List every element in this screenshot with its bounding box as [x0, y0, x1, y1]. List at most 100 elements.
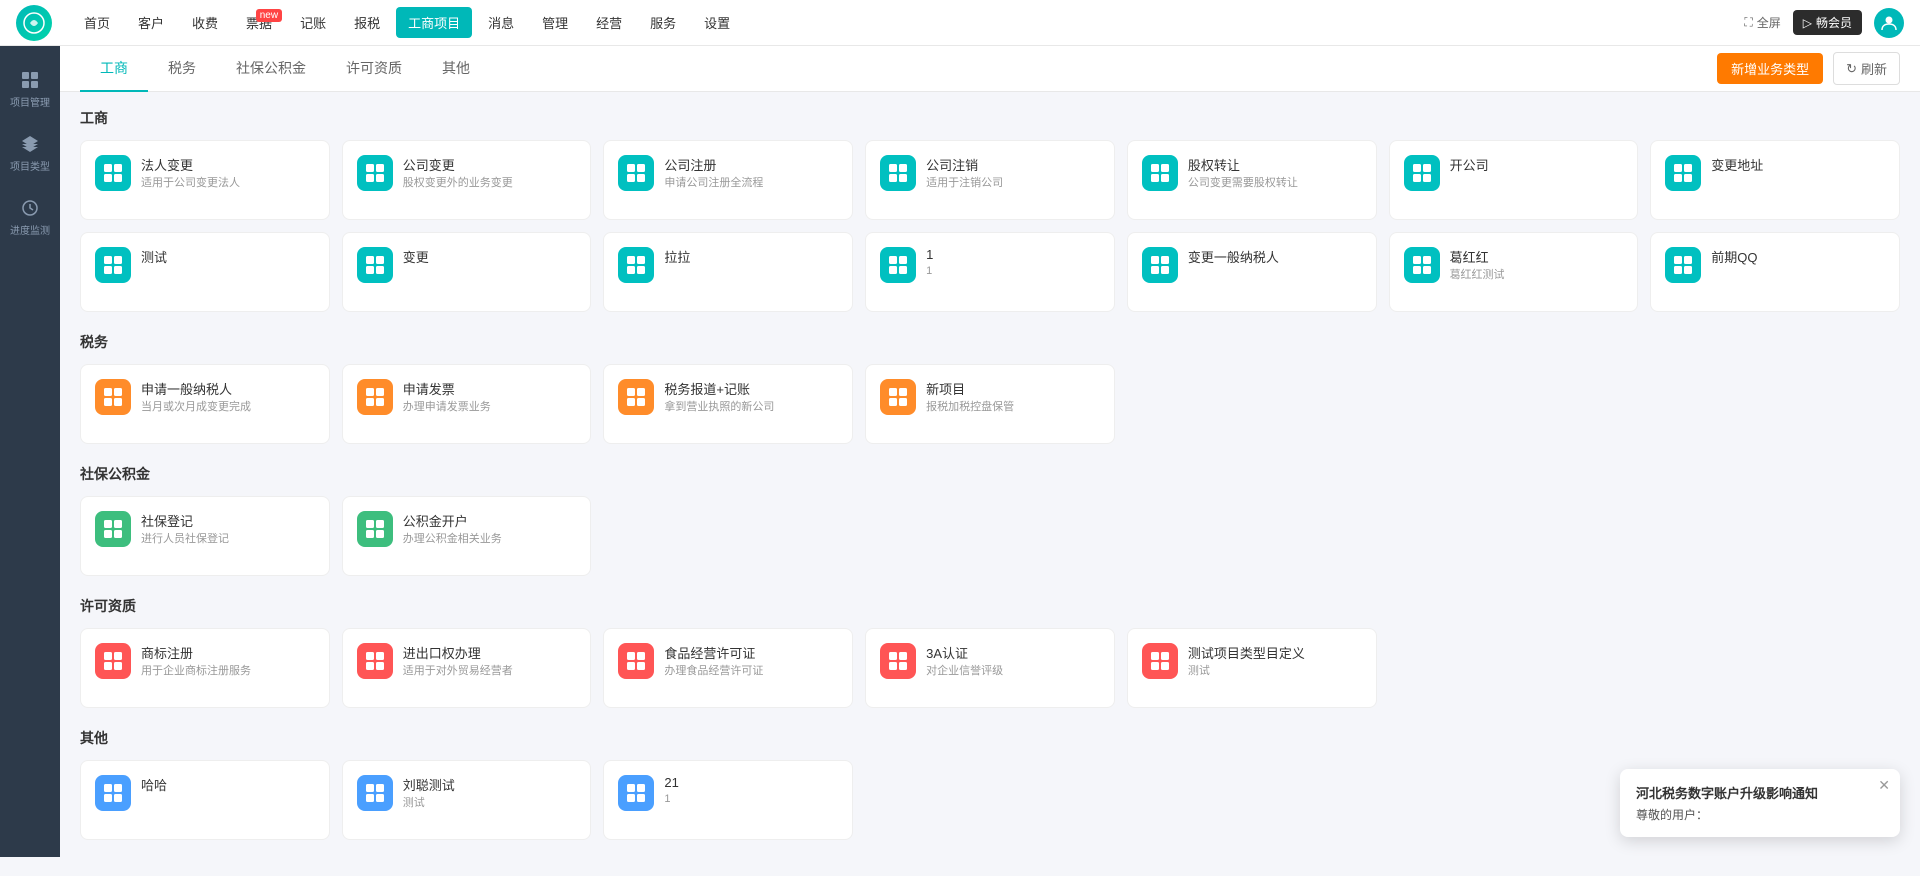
card-item[interactable]: 股权转让 公司变更需要股权转让 — [1127, 140, 1377, 220]
add-type-button[interactable]: 新增业务类型 — [1717, 53, 1823, 84]
card-inner: 股权转让 公司变更需要股权转让 — [1142, 155, 1362, 191]
content-area: 工商 法人变更 适用于公司变更法人 公司变更 股权变更外的业务变更 — [60, 92, 1920, 876]
card-title: 股权转让 — [1188, 155, 1362, 174]
card-item[interactable]: 公积金开户 办理公积金相关业务 — [342, 496, 592, 576]
card-icon — [880, 155, 916, 191]
card-info: 进出口权办理 适用于对外贸易经营者 — [403, 643, 577, 679]
card-item[interactable]: 公司变更 股权变更外的业务变更 — [342, 140, 592, 220]
card-title: 税务报道+记账 — [664, 379, 838, 398]
card-item[interactable]: 变更地址 — [1650, 140, 1900, 220]
nav-item-报税[interactable]: 报税 — [342, 7, 392, 38]
vip-button[interactable]: ▷ 畅会员 — [1793, 10, 1862, 35]
card-info: 食品经营许可证 办理食品经营许可证 — [664, 643, 838, 679]
card-desc: 办理公积金相关业务 — [403, 532, 577, 547]
card-desc: 用于企业商标注册服务 — [141, 664, 315, 679]
card-title: 申请一般纳税人 — [141, 379, 315, 398]
card-item[interactable]: 21 1 — [603, 760, 853, 840]
fullscreen-icon: ⛶ — [1744, 15, 1752, 30]
sidebar-item-项目管理[interactable]: 项目管理 — [0, 56, 60, 120]
card-info: 葛红红 葛红红测试 — [1450, 247, 1624, 283]
sidebar-label: 项目管理 — [10, 98, 50, 110]
card-info: 1 1 — [926, 247, 1100, 279]
card-info: 申请发票 办理申请发票业务 — [403, 379, 577, 415]
card-item[interactable]: 新项目 报税加税控盘保管 — [865, 364, 1115, 444]
sidebar-item-项目类型[interactable]: 项目类型 — [0, 120, 60, 184]
notification-close-button[interactable]: ✕ — [1878, 777, 1890, 794]
cards-grid-税务: 申请一般纳税人 当月或次月成变更完成 申请发票 办理申请发票业务 — [80, 364, 1900, 444]
card-info: 刘聪测试 测试 — [403, 775, 577, 811]
section-title-其他: 其他 — [80, 728, 1900, 748]
nav-item-客户[interactable]: 客户 — [126, 7, 176, 38]
card-inner: 税务报道+记账 拿到营业执照的新公司 — [618, 379, 838, 415]
nav-item-记账[interactable]: 记账 — [288, 7, 338, 38]
tab-社保公积金[interactable]: 社保公积金 — [216, 46, 326, 92]
card-item[interactable]: 法人变更 适用于公司变更法人 — [80, 140, 330, 220]
card-icon — [1665, 247, 1701, 283]
card-icon — [1404, 247, 1440, 283]
sidebar-item-进度监测[interactable]: 进度监测 — [0, 184, 60, 248]
fullscreen-button[interactable]: ⛶ 全屏 — [1744, 14, 1780, 31]
notification-content: 尊敬的用户： — [1636, 806, 1884, 823]
logo[interactable] — [16, 5, 52, 41]
tab-税务[interactable]: 税务 — [148, 46, 216, 92]
card-info: 公司注销 适用于注销公司 — [926, 155, 1100, 191]
card-inner: 1 1 — [880, 247, 1100, 283]
card-item[interactable]: 刘聪测试 测试 — [342, 760, 592, 840]
card-item[interactable]: 变更一般纳税人 — [1127, 232, 1377, 312]
card-item[interactable]: 公司注销 适用于注销公司 — [865, 140, 1115, 220]
tab-工商[interactable]: 工商 — [80, 46, 148, 92]
card-icon — [618, 247, 654, 283]
cards-grid-工商: 法人变更 适用于公司变更法人 公司变更 股权变更外的业务变更 — [80, 140, 1900, 312]
nav-item-收费[interactable]: 收费 — [180, 7, 230, 38]
card-title: 商标注册 — [141, 643, 315, 662]
refresh-button[interactable]: ↻ 刷新 — [1833, 52, 1900, 85]
nav-item-消息[interactable]: 消息 — [476, 7, 526, 38]
card-item[interactable]: 食品经营许可证 办理食品经营许可证 — [603, 628, 853, 708]
sidebar: 项目管理项目类型进度监测 — [0, 46, 60, 857]
tab-许可资质[interactable]: 许可资质 — [326, 46, 422, 92]
card-inner: 变更一般纳税人 — [1142, 247, 1362, 283]
card-item[interactable]: 拉拉 — [603, 232, 853, 312]
section-title-税务: 税务 — [80, 332, 1900, 352]
card-item[interactable]: 公司注册 申请公司注册全流程 — [603, 140, 853, 220]
card-inner: 拉拉 — [618, 247, 838, 283]
card-icon — [95, 155, 131, 191]
card-item[interactable]: 商标注册 用于企业商标注册服务 — [80, 628, 330, 708]
tab-其他[interactable]: 其他 — [422, 46, 490, 92]
card-item[interactable]: 申请发票 办理申请发票业务 — [342, 364, 592, 444]
card-item[interactable]: 1 1 — [865, 232, 1115, 312]
user-avatar[interactable] — [1874, 8, 1904, 38]
nav-item-服务[interactable]: 服务 — [638, 7, 688, 38]
card-info: 申请一般纳税人 当月或次月成变更完成 — [141, 379, 315, 415]
card-desc: 测试 — [1188, 664, 1362, 679]
nav-item-经营[interactable]: 经营 — [584, 7, 634, 38]
card-item[interactable]: 税务报道+记账 拿到营业执照的新公司 — [603, 364, 853, 444]
card-item[interactable]: 3A认证 对企业信誉评级 — [865, 628, 1115, 708]
card-item[interactable]: 变更 — [342, 232, 592, 312]
card-item[interactable]: 葛红红 葛红红测试 — [1389, 232, 1639, 312]
card-item[interactable]: 社保登记 进行人员社保登记 — [80, 496, 330, 576]
card-info: 新项目 报税加税控盘保管 — [926, 379, 1100, 415]
card-title: 社保登记 — [141, 511, 315, 530]
card-item[interactable]: 测试 — [80, 232, 330, 312]
cards-grid-社保公积金: 社保登记 进行人员社保登记 公积金开户 办理公积金相关业务 — [80, 496, 1900, 576]
card-item[interactable]: 申请一般纳税人 当月或次月成变更完成 — [80, 364, 330, 444]
sidebar-label: 项目类型 — [10, 162, 50, 174]
card-icon — [95, 379, 131, 415]
nav-item-首页[interactable]: 首页 — [72, 7, 122, 38]
nav-item-管理[interactable]: 管理 — [530, 7, 580, 38]
card-desc: 葛红红测试 — [1450, 268, 1624, 283]
notification-popup: ✕ 河北税务数字账户升级影响通知 尊敬的用户： — [1620, 769, 1900, 837]
card-info: 开公司 — [1450, 155, 1624, 176]
card-item[interactable]: 进出口权办理 适用于对外贸易经营者 — [342, 628, 592, 708]
card-item[interactable]: 测试项目类型目定义 测试 — [1127, 628, 1377, 708]
card-info: 公司变更 股权变更外的业务变更 — [403, 155, 577, 191]
nav-item-设置[interactable]: 设置 — [692, 7, 742, 38]
nav-item-工商项目[interactable]: 工商项目 — [396, 7, 472, 38]
card-item[interactable]: 开公司 — [1389, 140, 1639, 220]
nav-item-票据[interactable]: 票据new — [234, 7, 284, 38]
card-item[interactable]: 前期QQ — [1650, 232, 1900, 312]
card-inner: 新项目 报税加税控盘保管 — [880, 379, 1100, 415]
card-info: 社保登记 进行人员社保登记 — [141, 511, 315, 547]
card-item[interactable]: 哈哈 — [80, 760, 330, 840]
